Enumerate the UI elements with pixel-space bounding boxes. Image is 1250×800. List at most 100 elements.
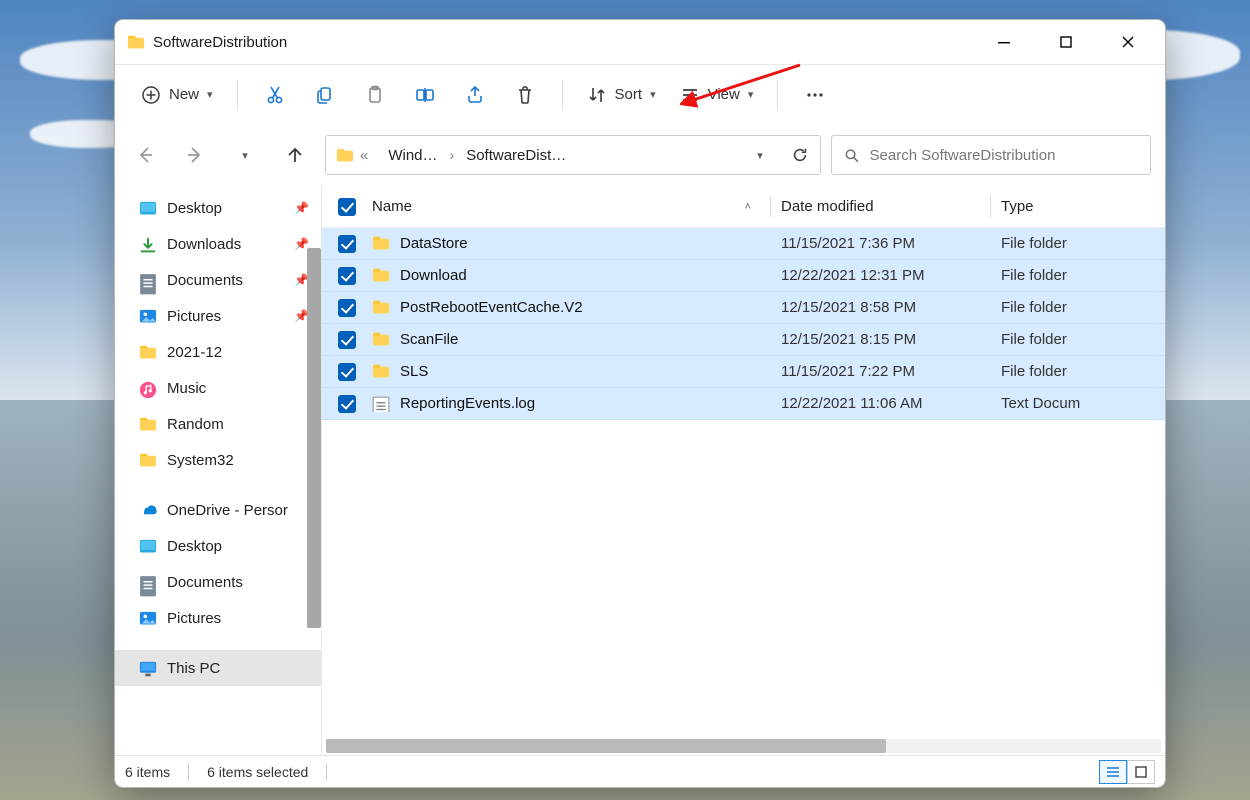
separator bbox=[237, 80, 238, 110]
sidebar-item[interactable]: 2021-12 bbox=[115, 334, 321, 370]
sidebar-item[interactable]: Random bbox=[115, 406, 321, 442]
toolbar: New ▾ Sort ▾ View ▾ bbox=[115, 64, 1165, 124]
sidebar-item[interactable]: Downloads📌 bbox=[115, 226, 321, 262]
window-title: SoftwareDistribution bbox=[153, 34, 973, 51]
folder-icon bbox=[372, 332, 390, 347]
sidebar: Desktop📌Downloads📌Documents📌Pictures📌 202… bbox=[115, 186, 321, 755]
file-row[interactable]: DataStore 11/15/2021 7:36 PMFile folder bbox=[322, 228, 1165, 260]
file-date: 11/15/2021 7:36 PM bbox=[771, 235, 991, 252]
sidebar-item-label: OneDrive - Persor bbox=[167, 502, 288, 519]
pictures-icon bbox=[139, 611, 157, 626]
more-button[interactable] bbox=[792, 75, 838, 115]
new-button[interactable]: New ▾ bbox=[131, 75, 223, 115]
file-type: File folder bbox=[991, 267, 1165, 284]
copy-button[interactable] bbox=[302, 75, 348, 115]
sidebar-item[interactable]: Desktop📌 bbox=[115, 190, 321, 226]
nav-row: ▾ « Wind… › SoftwareDist… ▾ bbox=[115, 124, 1165, 186]
column-type[interactable]: Type bbox=[991, 198, 1165, 215]
nav-forward-button[interactable] bbox=[175, 135, 215, 175]
file-row[interactable]: ReportingEvents.log12/22/2021 11:06 AMTe… bbox=[322, 388, 1165, 420]
file-date: 12/15/2021 8:15 PM bbox=[771, 331, 991, 348]
folder-icon bbox=[139, 345, 157, 360]
file-row[interactable]: ScanFile12/15/2021 8:15 PMFile folder bbox=[322, 324, 1165, 356]
status-count: 6 items bbox=[125, 764, 170, 780]
sidebar-item-label: This PC bbox=[167, 660, 220, 677]
sidebar-scrollbar[interactable] bbox=[307, 248, 321, 628]
documents-icon bbox=[139, 575, 157, 590]
music-icon bbox=[139, 381, 157, 396]
delete-button[interactable] bbox=[502, 75, 548, 115]
sort-indicator-icon: ˄ bbox=[745, 201, 751, 213]
breadcrumb-seg1[interactable]: Wind… bbox=[378, 136, 447, 174]
search-box[interactable] bbox=[831, 135, 1151, 175]
close-button[interactable] bbox=[1097, 20, 1159, 64]
sidebar-item[interactable]: System32 bbox=[115, 442, 321, 478]
row-checkbox[interactable] bbox=[328, 267, 366, 285]
sidebar-item-label: Documents bbox=[167, 272, 243, 289]
view-button[interactable]: View ▾ bbox=[670, 75, 764, 115]
explorer-window: SoftwareDistribution New ▾ Sort ▾ View ▾ bbox=[114, 19, 1166, 788]
desktop-icon bbox=[139, 539, 157, 554]
sidebar-item-label: 2021-12 bbox=[167, 344, 222, 361]
sidebar-item[interactable]: Pictures bbox=[115, 600, 321, 636]
select-all-checkbox[interactable] bbox=[328, 198, 366, 216]
sidebar-item[interactable]: OneDrive - Persor bbox=[115, 492, 321, 528]
column-name[interactable]: Name ˄ bbox=[366, 198, 771, 215]
row-checkbox[interactable] bbox=[328, 363, 366, 381]
titlebar[interactable]: SoftwareDistribution bbox=[115, 20, 1165, 64]
address-dropdown-button[interactable]: ▾ bbox=[740, 136, 780, 174]
sidebar-item[interactable]: Documents bbox=[115, 564, 321, 600]
column-date[interactable]: Date modified bbox=[771, 198, 991, 215]
breadcrumb-root[interactable]: « bbox=[326, 136, 378, 174]
search-input[interactable] bbox=[870, 147, 1138, 164]
sidebar-item-label: Pictures bbox=[167, 610, 221, 627]
paste-button[interactable] bbox=[352, 75, 398, 115]
separator bbox=[777, 80, 778, 110]
folder-icon bbox=[372, 300, 390, 315]
nav-back-button[interactable] bbox=[125, 135, 165, 175]
details-layout-button[interactable] bbox=[1099, 760, 1127, 784]
nav-recent-button[interactable]: ▾ bbox=[225, 135, 265, 175]
sidebar-item[interactable]: Pictures📌 bbox=[115, 298, 321, 334]
row-checkbox[interactable] bbox=[328, 395, 366, 413]
sidebar-item[interactable]: Documents📌 bbox=[115, 262, 321, 298]
horizontal-scrollbar[interactable] bbox=[322, 737, 1165, 755]
text-icon bbox=[372, 396, 390, 411]
file-date: 12/15/2021 8:58 PM bbox=[771, 299, 991, 316]
folder-icon bbox=[127, 35, 145, 50]
file-date: 11/15/2021 7:22 PM bbox=[771, 363, 991, 380]
downloads-icon bbox=[139, 237, 157, 252]
sidebar-item-label: System32 bbox=[167, 452, 234, 469]
share-button[interactable] bbox=[452, 75, 498, 115]
sidebar-item[interactable]: Music bbox=[115, 370, 321, 406]
sidebar-item[interactable]: Desktop bbox=[115, 528, 321, 564]
file-type: File folder bbox=[991, 331, 1165, 348]
separator bbox=[188, 763, 189, 781]
file-row[interactable]: SLS11/15/2021 7:22 PMFile folder bbox=[322, 356, 1165, 388]
column-label: Type bbox=[1001, 198, 1034, 215]
file-type: File folder bbox=[991, 235, 1165, 252]
row-checkbox[interactable] bbox=[328, 299, 366, 317]
icons-layout-button[interactable] bbox=[1127, 760, 1155, 784]
row-checkbox[interactable] bbox=[328, 331, 366, 349]
row-checkbox[interactable] bbox=[328, 235, 366, 253]
sort-button[interactable]: Sort ▾ bbox=[577, 75, 666, 115]
address-bar[interactable]: « Wind… › SoftwareDist… ▾ bbox=[325, 135, 821, 175]
documents-icon bbox=[139, 273, 157, 288]
chevron-down-icon: ▾ bbox=[650, 88, 656, 101]
search-icon bbox=[844, 147, 860, 164]
file-name: DataStore bbox=[400, 235, 468, 252]
refresh-button[interactable] bbox=[780, 136, 820, 174]
breadcrumb-seg2[interactable]: SoftwareDist… bbox=[456, 136, 576, 174]
chevron-right-icon: › bbox=[448, 147, 457, 163]
file-row[interactable]: Download12/22/2021 12:31 PMFile folder bbox=[322, 260, 1165, 292]
nav-up-button[interactable] bbox=[275, 135, 315, 175]
rename-button[interactable] bbox=[402, 75, 448, 115]
onedrive-icon bbox=[139, 503, 157, 518]
maximize-button[interactable] bbox=[1035, 20, 1097, 64]
cut-button[interactable] bbox=[252, 75, 298, 115]
sidebar-item[interactable]: This PC bbox=[115, 650, 321, 686]
view-label: View bbox=[708, 86, 740, 103]
minimize-button[interactable] bbox=[973, 20, 1035, 64]
file-row[interactable]: PostRebootEventCache.V212/15/2021 8:58 P… bbox=[322, 292, 1165, 324]
